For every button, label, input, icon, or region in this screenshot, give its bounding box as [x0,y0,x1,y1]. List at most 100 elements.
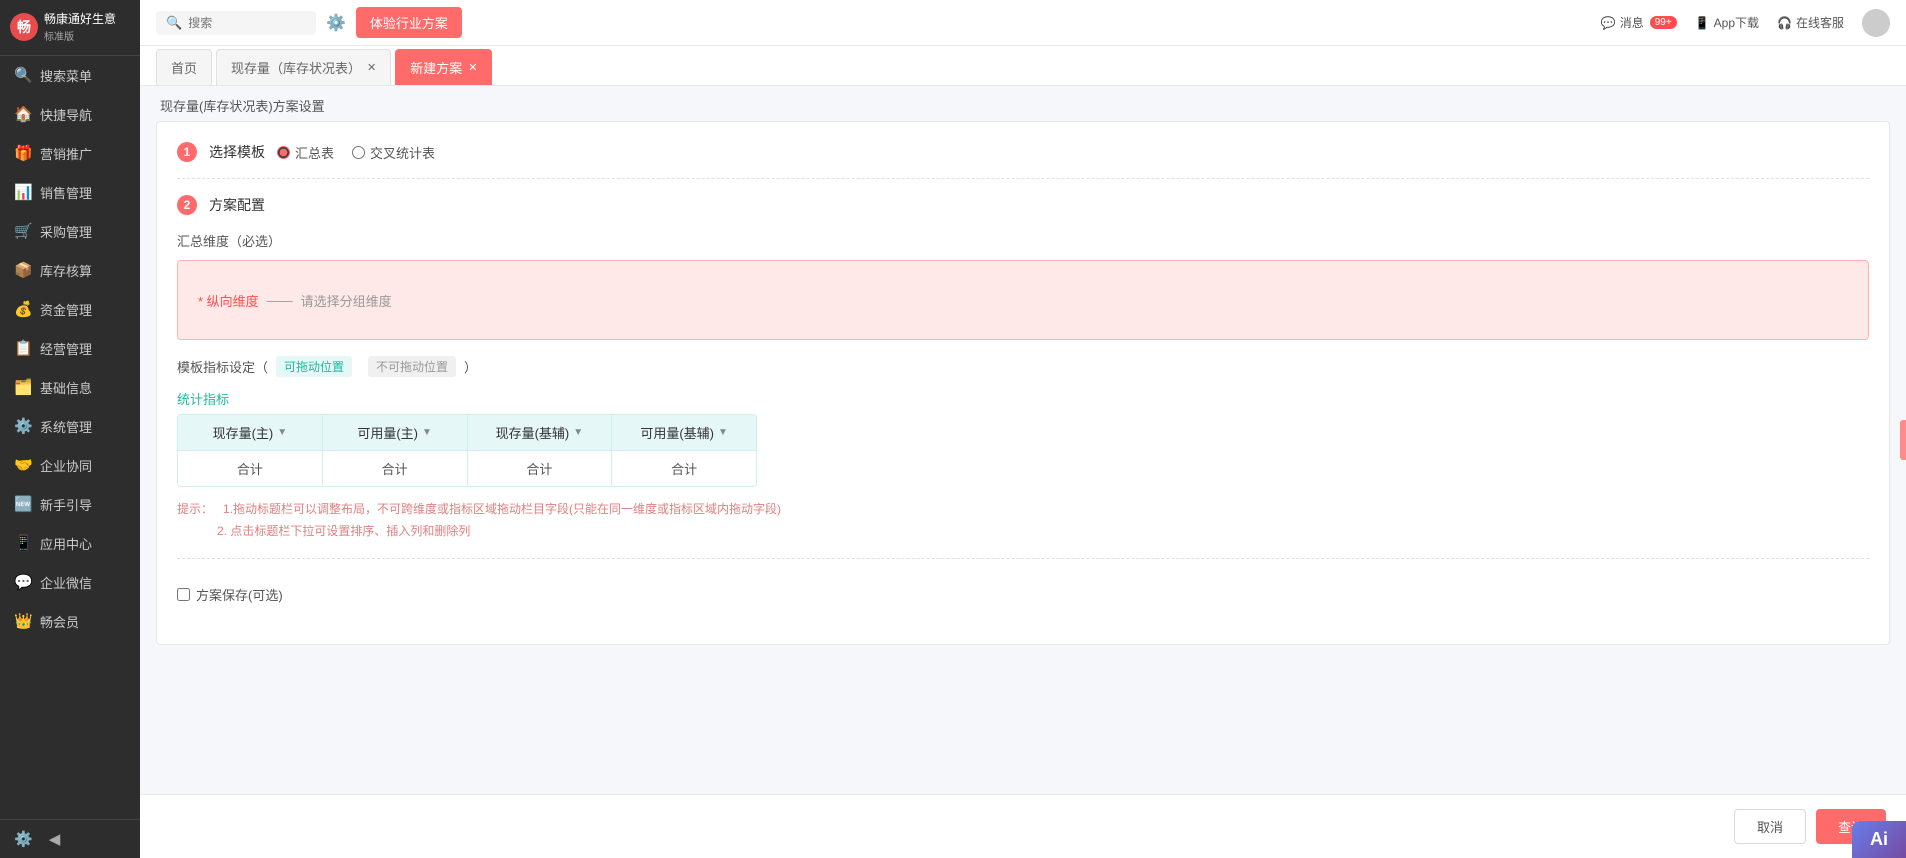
radio-cross[interactable]: 交叉统计表 [352,143,435,162]
radio-summary-label: 汇总表 [295,143,334,162]
dimension-placeholder-text: 请选择分组维度 [301,291,392,310]
handshake-icon: 🤝 [14,456,32,474]
sidebar-item-purchase[interactable]: 🛒 采购管理 [0,212,140,251]
step2-section: 2 方案配置 汇总维度（必选） * 纵向维度 —— 请选择分组维度 [177,195,1869,542]
dimension-placeholder: * 纵向维度 —— 请选择分组维度 [198,291,392,310]
sidebar-label-inventory: 库存核算 [40,261,92,280]
gear-icon: ⚙️ [14,417,32,435]
content-area: 现存量(库存状况表)方案设置 1 选择模板 汇总表 交叉统计表 [140,86,1906,794]
tips-2: 2. 点击标题栏下拉可设置排序、插入列和删除列 [177,521,1869,543]
dimension-area[interactable]: * 纵向维度 —— 请选择分组维度 [177,260,1869,340]
divider-2 [177,558,1869,559]
indicator-settings: 模板指标设定（ 可拖动位置 不可拖动位置 ） [177,356,1869,377]
divider-1 [177,178,1869,179]
stats-cell-3: 合计 [612,450,756,486]
main-area: 🔍 ⚙️ 体验行业方案 💬 消息 99+ 📱 App下载 🎧 在线客服 首页 [140,0,1906,858]
sidebar-label-sales: 销售管理 [40,183,92,202]
radio-summary[interactable]: 汇总表 [277,143,334,162]
radio-cross-input[interactable] [352,146,365,159]
tab-inventory-close[interactable]: ✕ [367,61,376,74]
tabs-bar: 首页 现存量（库存状况表） ✕ 新建方案 ✕ [140,46,1906,86]
col-3-chevron: ▼ [718,427,728,438]
sidebar-item-sales[interactable]: 📊 销售管理 [0,173,140,212]
radio-summary-input[interactable] [277,146,290,159]
tab-home[interactable]: 首页 [156,49,212,85]
tips-title: 提示： [177,502,220,516]
sidebar-item-wechat[interactable]: 💬 企业微信 [0,563,140,602]
message-icon: 💬 [1601,16,1616,30]
sidebar-item-marketing[interactable]: 🎁 营销推广 [0,134,140,173]
dimension-separator: —— [267,293,293,308]
settings-bottom-icon[interactable]: ⚙️ [14,830,33,848]
tab-home-label: 首页 [171,58,197,77]
sidebar-label-finance: 资金管理 [40,300,92,319]
sidebar-label-enterprise: 企业协同 [40,456,92,475]
cancel-button[interactable]: 取消 [1734,809,1806,844]
tab-new-schema-close[interactable]: ✕ [468,61,477,74]
tab-inventory-label: 现存量（库存状况表） [231,58,361,77]
search-input[interactable] [188,16,288,30]
schema-panel: 1 选择模板 汇总表 交叉统计表 2 方案 [156,121,1890,645]
app-download-item[interactable]: 📱 App下载 [1695,14,1759,31]
sidebar-item-finance[interactable]: 💰 资金管理 [0,290,140,329]
sidebar-label-newbie: 新手引导 [40,495,92,514]
messages-item[interactable]: 💬 消息 99+ [1601,14,1677,31]
stats-col-2[interactable]: 现存量(基辅) ▼ [468,415,613,450]
sidebar-item-operations[interactable]: 📋 经营管理 [0,329,140,368]
experience-btn[interactable]: 体验行业方案 [356,7,462,38]
home-icon: 🏠 [14,105,32,123]
stats-table: 现存量(主) ▼ 可用量(主) ▼ 现存量(基辅) ▼ 可用量(基辅) [177,414,757,487]
step2-row: 2 方案配置 [177,195,1869,215]
sidebar-item-appstore[interactable]: 📱 应用中心 [0,524,140,563]
notification-badge: 99+ [1650,16,1677,29]
sidebar-item-newbie[interactable]: 🆕 新手引导 [0,485,140,524]
step2-badge: 2 [177,195,197,215]
dimension-label-text: 汇总维度（必选） [177,234,281,249]
sidebar-item-shortcut[interactable]: 🏠 快捷导航 [0,95,140,134]
sidebar-label-search: 搜索菜单 [40,66,92,85]
indicator-label: 模板指标设定（ 可拖动位置 不可拖动位置 ） [177,356,1869,377]
gift-icon: 🎁 [14,144,32,162]
new-icon: 🆕 [14,495,32,513]
sidebar-item-system[interactable]: ⚙️ 系统管理 [0,407,140,446]
col-1-chevron: ▼ [422,427,432,438]
tab-new-schema[interactable]: 新建方案 ✕ [395,49,492,85]
step1-title: 选择模板 [209,142,265,162]
ai-badge[interactable]: Ai [1852,821,1906,858]
search-box[interactable]: 🔍 [156,11,316,35]
indicator-label-end: ） [464,357,477,376]
stats-col-1[interactable]: 可用量(主) ▼ [323,415,468,450]
sidebar-label-member: 畅会员 [40,612,79,631]
wechat-icon: 💬 [14,573,32,591]
stats-col-1-label: 可用量(主) [357,423,418,442]
save-option-checkbox[interactable] [177,588,190,601]
step1-row: 1 选择模板 汇总表 交叉统计表 [177,142,1869,162]
crown-icon: 👑 [14,612,32,630]
stats-cell-2: 合计 [468,450,613,486]
stats-table-header: 现存量(主) ▼ 可用量(主) ▼ 现存量(基辅) ▼ 可用量(基辅) [178,415,756,450]
draggable-tag: 可拖动位置 [276,356,352,377]
sidebar-label-system: 系统管理 [40,417,92,436]
headset-icon: 🎧 [1777,16,1792,30]
save-option-label[interactable]: 方案保存(可选) [177,585,283,604]
online-service-item[interactable]: 🎧 在线客服 [1777,14,1844,31]
sidebar-item-inventory[interactable]: 📦 库存核算 [0,251,140,290]
stats-col-3[interactable]: 可用量(基辅) ▼ [612,415,756,450]
collapse-icon[interactable]: ◀ [49,830,61,848]
tips-text-1: 1.拖动标题栏可以调整布局，不可跨维度或指标区域拖动栏目字段(只能在同一维度或指… [223,502,781,516]
search-box-icon: 🔍 [166,15,182,31]
sidebar-label-appstore: 应用中心 [40,534,92,553]
sidebar-item-search[interactable]: 🔍 搜索菜单 [0,56,140,95]
sidebar-item-basic[interactable]: 🗂️ 基础信息 [0,368,140,407]
app-logo: 畅 畅康通好生意 标准版 [0,0,140,56]
logo-icon: 畅 [10,13,38,41]
settings-icon[interactable]: ⚙️ [326,13,346,33]
stats-col-0[interactable]: 现存量(主) ▼ [178,415,323,450]
tab-inventory-status[interactable]: 现存量（库存状况表） ✕ [216,49,391,85]
sidebar-item-enterprise[interactable]: 🤝 企业协同 [0,446,140,485]
cart-icon: 🛒 [14,222,32,240]
sidebar-label-marketing: 营销推广 [40,144,92,163]
clipboard-icon: 📋 [14,339,32,357]
sidebar-item-member[interactable]: 👑 畅会员 [0,602,140,641]
user-avatar[interactable] [1862,9,1890,37]
